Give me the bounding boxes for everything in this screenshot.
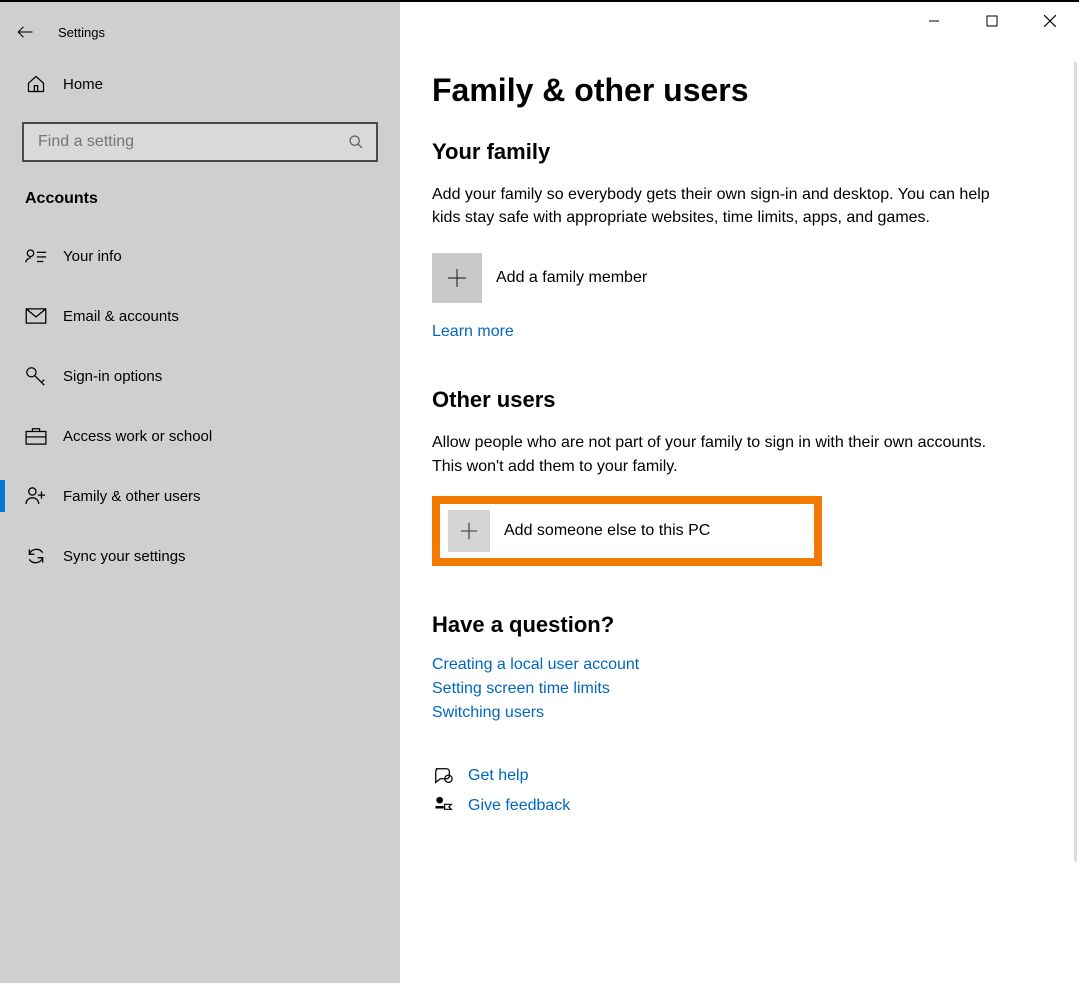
scrollbar[interactable] [1074,62,1077,862]
title-bar: Settings [0,12,400,52]
sidebar-item-label: Sync your settings [63,548,186,565]
sidebar-item-label: Email & accounts [63,308,179,325]
key-icon [25,365,47,387]
family-heading: Your family [432,139,1037,165]
sidebar-item-label: Sign-in options [63,368,162,385]
sidebar-item-family-users[interactable]: Family & other users [0,466,400,526]
learn-more-link[interactable]: Learn more [432,323,1037,341]
sidebar-item-label: Access work or school [63,428,212,445]
plus-icon [448,510,490,552]
give-feedback-link[interactable]: Give feedback [468,797,570,815]
other-users-description: Allow people who are not part of your fa… [432,431,992,477]
search-input[interactable] [36,132,348,152]
sidebar-item-email-accounts[interactable]: Email & accounts [0,286,400,346]
people-add-icon [25,485,47,507]
add-family-member-button[interactable]: Add a family member [432,253,1037,303]
sidebar-home[interactable]: Home [0,52,400,116]
question-heading: Have a question? [432,612,1037,638]
briefcase-icon [25,425,47,447]
family-description: Add your family so everybody gets their … [432,183,992,229]
mail-icon [25,305,47,327]
sidebar: Settings Home [0,2,400,983]
help-link-screen-time[interactable]: Setting screen time limits [432,680,1037,698]
sidebar-item-your-info[interactable]: Your info [0,226,400,286]
search-box[interactable] [22,122,378,162]
add-other-user-label[interactable]: Add someone else to this PC [504,522,710,540]
add-family-member-label: Add a family member [496,269,647,287]
chat-help-icon [432,765,454,787]
sidebar-item-signin-options[interactable]: Sign-in options [0,346,400,406]
search-icon [348,134,364,150]
person-card-icon [25,245,47,267]
add-other-user-highlight: Add someone else to this PC [432,496,822,566]
settings-window: Settings Home [0,0,1079,983]
sidebar-item-work-school[interactable]: Access work or school [0,406,400,466]
help-link-local-account[interactable]: Creating a local user account [432,656,1037,674]
feedback-icon [432,795,454,817]
get-help-link[interactable]: Get help [468,767,528,785]
plus-icon [432,253,482,303]
arrow-left-icon [16,23,34,41]
give-feedback-row[interactable]: Give feedback [432,794,1037,818]
page-title: Family & other users [432,72,1037,109]
home-icon [25,73,47,95]
sidebar-item-label: Family & other users [63,488,201,505]
sync-icon [25,545,47,567]
get-help-row[interactable]: Get help [432,764,1037,788]
other-users-heading: Other users [432,387,1037,413]
sidebar-home-label: Home [63,76,103,93]
sidebar-item-sync-settings[interactable]: Sync your settings [0,526,400,586]
back-button[interactable] [0,12,50,52]
main-content: Family & other users Your family Add you… [400,2,1079,983]
sidebar-item-label: Your info [63,248,122,265]
sidebar-section-label: Accounts [0,178,400,226]
help-link-switching[interactable]: Switching users [432,704,1037,722]
window-title: Settings [50,25,105,40]
